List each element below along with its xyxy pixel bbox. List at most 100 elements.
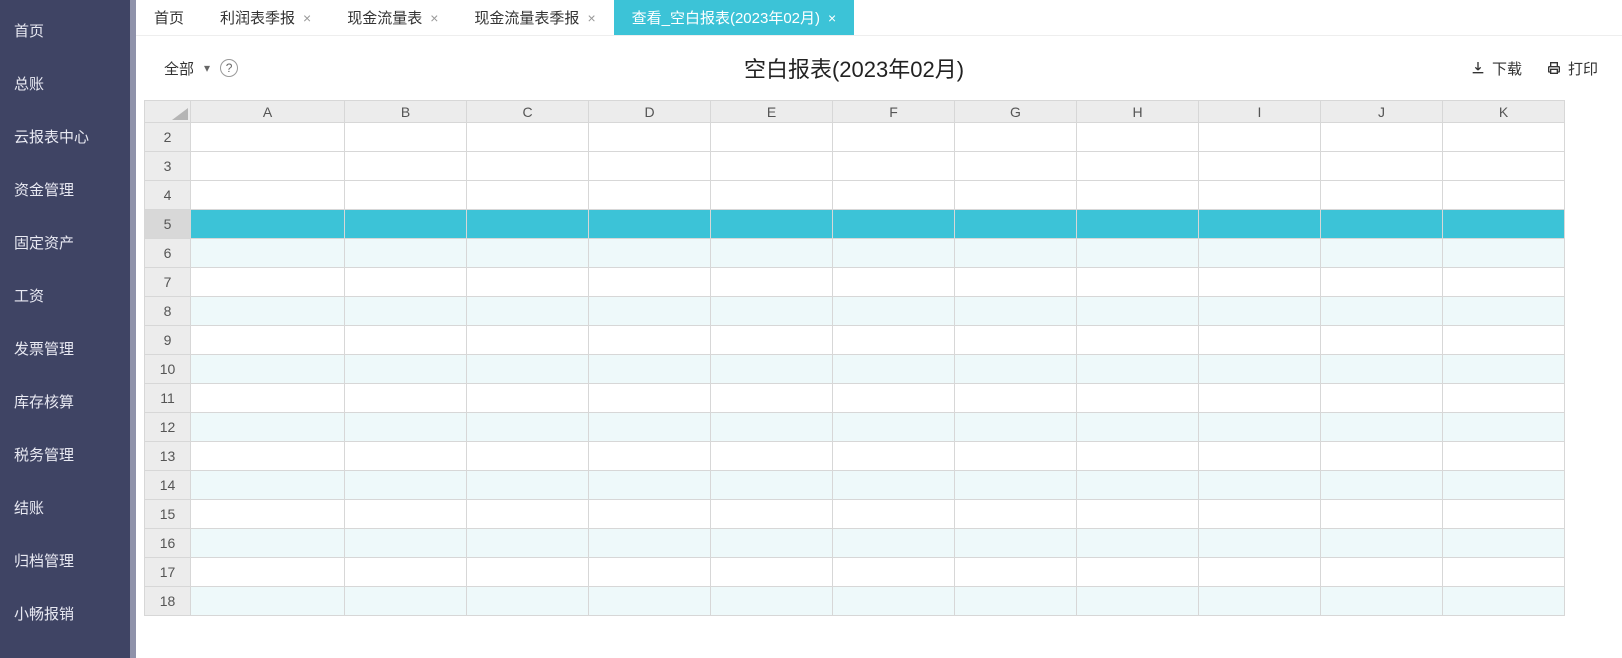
cell-D2[interactable] bbox=[589, 123, 711, 152]
cell-F18[interactable] bbox=[833, 587, 955, 616]
cell-H7[interactable] bbox=[1077, 268, 1199, 297]
sidebar-item-0[interactable]: 首页 bbox=[0, 4, 130, 57]
sidebar-item-5[interactable]: 工资 bbox=[0, 269, 130, 322]
cell-K6[interactable] bbox=[1443, 239, 1565, 268]
cell-K11[interactable] bbox=[1443, 384, 1565, 413]
cell-D4[interactable] bbox=[589, 181, 711, 210]
cell-C4[interactable] bbox=[467, 181, 589, 210]
cell-D18[interactable] bbox=[589, 587, 711, 616]
cell-A16[interactable] bbox=[191, 529, 345, 558]
cell-B11[interactable] bbox=[345, 384, 467, 413]
cell-H11[interactable] bbox=[1077, 384, 1199, 413]
column-header-D[interactable]: D bbox=[589, 101, 711, 123]
cell-E10[interactable] bbox=[711, 355, 833, 384]
row-header-12[interactable]: 12 bbox=[145, 413, 191, 442]
cell-E18[interactable] bbox=[711, 587, 833, 616]
cell-B2[interactable] bbox=[345, 123, 467, 152]
cell-C15[interactable] bbox=[467, 500, 589, 529]
cell-F2[interactable] bbox=[833, 123, 955, 152]
cell-H15[interactable] bbox=[1077, 500, 1199, 529]
cell-G6[interactable] bbox=[955, 239, 1077, 268]
cell-K17[interactable] bbox=[1443, 558, 1565, 587]
cell-D9[interactable] bbox=[589, 326, 711, 355]
cell-F7[interactable] bbox=[833, 268, 955, 297]
cell-A14[interactable] bbox=[191, 471, 345, 500]
cell-C2[interactable] bbox=[467, 123, 589, 152]
cell-E3[interactable] bbox=[711, 152, 833, 181]
cell-H17[interactable] bbox=[1077, 558, 1199, 587]
cell-J12[interactable] bbox=[1321, 413, 1443, 442]
cell-G18[interactable] bbox=[955, 587, 1077, 616]
cell-D12[interactable] bbox=[589, 413, 711, 442]
cell-K12[interactable] bbox=[1443, 413, 1565, 442]
cell-J5[interactable] bbox=[1321, 210, 1443, 239]
column-header-G[interactable]: G bbox=[955, 101, 1077, 123]
cell-B6[interactable] bbox=[345, 239, 467, 268]
cell-D16[interactable] bbox=[589, 529, 711, 558]
cell-B16[interactable] bbox=[345, 529, 467, 558]
cell-H3[interactable] bbox=[1077, 152, 1199, 181]
cell-J14[interactable] bbox=[1321, 471, 1443, 500]
cell-F16[interactable] bbox=[833, 529, 955, 558]
row-header-8[interactable]: 8 bbox=[145, 297, 191, 326]
select-all-corner[interactable] bbox=[145, 101, 191, 123]
cell-A5[interactable] bbox=[191, 210, 345, 239]
cell-K16[interactable] bbox=[1443, 529, 1565, 558]
cell-H9[interactable] bbox=[1077, 326, 1199, 355]
cell-G12[interactable] bbox=[955, 413, 1077, 442]
close-icon[interactable]: × bbox=[430, 10, 438, 26]
cell-J8[interactable] bbox=[1321, 297, 1443, 326]
cell-E14[interactable] bbox=[711, 471, 833, 500]
close-icon[interactable]: × bbox=[303, 10, 311, 26]
cell-I17[interactable] bbox=[1199, 558, 1321, 587]
cell-D14[interactable] bbox=[589, 471, 711, 500]
row-header-13[interactable]: 13 bbox=[145, 442, 191, 471]
cell-F10[interactable] bbox=[833, 355, 955, 384]
column-header-H[interactable]: H bbox=[1077, 101, 1199, 123]
cell-F6[interactable] bbox=[833, 239, 955, 268]
row-header-18[interactable]: 18 bbox=[145, 587, 191, 616]
cell-K5[interactable] bbox=[1443, 210, 1565, 239]
cell-F17[interactable] bbox=[833, 558, 955, 587]
row-header-14[interactable]: 14 bbox=[145, 471, 191, 500]
cell-H12[interactable] bbox=[1077, 413, 1199, 442]
cell-E15[interactable] bbox=[711, 500, 833, 529]
cell-J16[interactable] bbox=[1321, 529, 1443, 558]
cell-I12[interactable] bbox=[1199, 413, 1321, 442]
cell-B14[interactable] bbox=[345, 471, 467, 500]
cell-G4[interactable] bbox=[955, 181, 1077, 210]
cell-K3[interactable] bbox=[1443, 152, 1565, 181]
cell-J4[interactable] bbox=[1321, 181, 1443, 210]
tab-4[interactable]: 查看_空白报表(2023年02月)× bbox=[614, 0, 855, 35]
cell-G14[interactable] bbox=[955, 471, 1077, 500]
cell-C10[interactable] bbox=[467, 355, 589, 384]
sidebar-resize-edge[interactable] bbox=[130, 0, 136, 658]
cell-B7[interactable] bbox=[345, 268, 467, 297]
cell-C16[interactable] bbox=[467, 529, 589, 558]
sidebar-item-3[interactable]: 资金管理 bbox=[0, 163, 130, 216]
sidebar-item-10[interactable]: 归档管理 bbox=[0, 534, 130, 587]
help-icon[interactable]: ? bbox=[220, 59, 238, 77]
cell-D5[interactable] bbox=[589, 210, 711, 239]
cell-F4[interactable] bbox=[833, 181, 955, 210]
close-icon[interactable]: × bbox=[828, 10, 836, 26]
cell-I3[interactable] bbox=[1199, 152, 1321, 181]
cell-E11[interactable] bbox=[711, 384, 833, 413]
cell-C14[interactable] bbox=[467, 471, 589, 500]
cell-K4[interactable] bbox=[1443, 181, 1565, 210]
cell-K13[interactable] bbox=[1443, 442, 1565, 471]
row-header-17[interactable]: 17 bbox=[145, 558, 191, 587]
cell-E13[interactable] bbox=[711, 442, 833, 471]
cell-G2[interactable] bbox=[955, 123, 1077, 152]
row-header-6[interactable]: 6 bbox=[145, 239, 191, 268]
cell-J13[interactable] bbox=[1321, 442, 1443, 471]
sidebar-item-2[interactable]: 云报表中心 bbox=[0, 110, 130, 163]
row-header-10[interactable]: 10 bbox=[145, 355, 191, 384]
row-header-5[interactable]: 5 bbox=[145, 210, 191, 239]
cell-K15[interactable] bbox=[1443, 500, 1565, 529]
cell-I16[interactable] bbox=[1199, 529, 1321, 558]
cell-C12[interactable] bbox=[467, 413, 589, 442]
cell-A17[interactable] bbox=[191, 558, 345, 587]
cell-G3[interactable] bbox=[955, 152, 1077, 181]
cell-C17[interactable] bbox=[467, 558, 589, 587]
